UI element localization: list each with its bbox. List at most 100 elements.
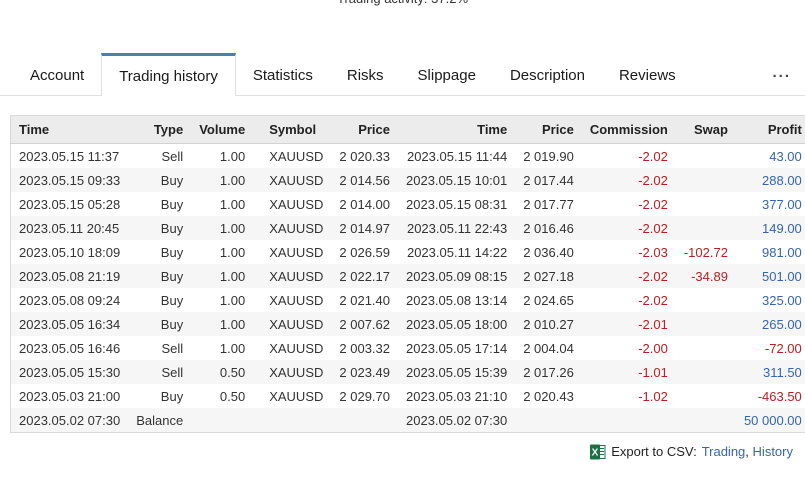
cell-type: Buy	[160, 268, 184, 284]
table-row: 2023.05.08 09:24 Buy 1.00 XAUUSD 2 021.40 202…	[11, 288, 805, 312]
tab-trading-history[interactable]: Trading history	[101, 53, 236, 96]
trading-activity-text: Trading activity: 37.2%	[0, 0, 805, 6]
cell-time-close: 2023.05.02 07:30	[406, 412, 508, 428]
cell-symbol: XAUUSD	[269, 220, 324, 236]
tab-account[interactable]: Account	[13, 53, 101, 95]
tab-slippage[interactable]: Slippage	[401, 53, 493, 95]
cell-time-open: 2023.05.08 21:19	[19, 268, 121, 284]
cell-price-close: 2 004.04	[523, 340, 574, 356]
cell-profit: 149.00	[762, 220, 802, 236]
cell-type: Buy	[160, 244, 184, 260]
cell-price-close: 2 027.18	[523, 268, 574, 284]
export-link-history[interactable]: History	[753, 444, 793, 459]
cell-price-close: 2 017.44	[523, 172, 574, 188]
cell-time-close: 2023.05.05 17:14	[406, 340, 508, 356]
cell-price-open: 2 020.33	[339, 148, 390, 164]
cell-time-close: 2023.05.11 14:22	[406, 244, 508, 260]
cell-swap	[676, 288, 736, 312]
cell-type: Buy	[160, 172, 184, 188]
cell-time-open: 2023.05.08 09:24	[19, 292, 121, 308]
cell-time-close: 2023.05.15 11:44	[406, 148, 508, 164]
cell-volume: 1.00	[219, 220, 246, 236]
cell-symbol: XAUUSD	[269, 364, 324, 380]
cell-price-open: 2 014.00	[339, 196, 390, 212]
table-row: 2023.05.15 05:28 Buy 1.00 XAUUSD 2 014.00 202…	[11, 192, 805, 216]
cell-type: Sell	[161, 364, 184, 380]
cell-price-close: 2 036.40	[523, 244, 574, 260]
cell-volume: 0.50	[219, 364, 246, 380]
table-row: 2023.05.15 09:33 Buy 1.00 XAUUSD 2 014.56 202…	[10, 168, 805, 192]
cell-time-close: 2023.05.15 10:01	[406, 172, 508, 188]
cell-price-open: 2 007.62	[339, 316, 390, 332]
cell-symbol: XAUUSD	[269, 268, 324, 284]
cell-profit: 43.00	[769, 148, 802, 164]
cell-volume: 1.00	[219, 172, 246, 188]
column-header-commission: Commission	[581, 115, 676, 144]
table-row: 2023.05.02 07:30 Balance 2023.05.02 07:30 5…	[10, 408, 805, 433]
cell-symbol: XAUUSD	[269, 388, 324, 404]
trades-table: Time Type Volume Symbol Price Time Price Commis…	[10, 115, 805, 433]
table-row: 2023.05.08 21:19 Buy 1.00 XAUUSD 2 022.17 202…	[10, 264, 805, 288]
cell-volume: 1.00	[219, 148, 246, 164]
column-header-profit: Profit	[735, 115, 805, 144]
tab-description[interactable]: Description	[493, 53, 602, 95]
cell-price-close: 2 024.65	[523, 292, 574, 308]
cell-price-close: 2 019.90	[523, 148, 574, 164]
cell-swap	[676, 360, 736, 384]
excel-icon[interactable]: X	[590, 444, 606, 460]
column-header-price-close: Price	[515, 115, 582, 144]
cell-commission: -2.02	[638, 292, 668, 308]
cell-swap	[676, 144, 736, 169]
cell-swap	[676, 408, 736, 433]
cell-time-open: 2023.05.05 16:46	[19, 340, 121, 356]
cell-profit: -72.00	[764, 340, 802, 356]
cell-price-close: 2 017.26	[523, 364, 574, 380]
tabs: Account Trading history Statistics Risks Sli…	[13, 53, 693, 96]
cell-type: Balance	[136, 412, 184, 428]
cell-price-close	[515, 408, 582, 433]
tab-risks[interactable]: Risks	[330, 53, 401, 95]
cell-commission: -1.02	[638, 388, 668, 404]
cell-price-open: 2 003.32	[339, 340, 390, 356]
cell-volume	[191, 408, 253, 433]
cell-time-close: 2023.05.05 18:00	[406, 316, 508, 332]
tab-reviews[interactable]: Reviews	[602, 53, 693, 95]
cell-symbol: XAUUSD	[269, 172, 324, 188]
cell-time-open: 2023.05.05 15:30	[19, 364, 121, 380]
cell-volume: 1.00	[219, 196, 246, 212]
cell-profit: 325.00	[762, 292, 802, 308]
column-header-time-open: Time	[10, 115, 129, 144]
cell-profit: 377.00	[762, 196, 802, 212]
column-header-swap: Swap	[675, 115, 736, 144]
cell-time-open: 2023.05.15 05:28	[19, 196, 121, 212]
tab-statistics[interactable]: Statistics	[236, 53, 330, 95]
table-row: 2023.05.05 16:46 Sell 1.00 XAUUSD 2 003.32 20…	[11, 336, 805, 360]
cell-symbol: XAUUSD	[269, 196, 324, 212]
cell-price-open: 2 029.70	[339, 388, 390, 404]
cell-type: Buy	[160, 220, 184, 236]
cell-price-close: 2 010.27	[523, 316, 574, 332]
cell-price-close: 2 016.46	[523, 220, 574, 236]
cell-time-close: 2023.05.08 13:14	[406, 292, 508, 308]
cell-swap	[676, 312, 736, 336]
cell-time-open: 2023.05.11 20:45	[19, 220, 120, 236]
cell-profit: 311.50	[762, 364, 802, 380]
more-tabs-button[interactable]: ...	[772, 65, 791, 84]
cell-commission: -2.02	[638, 220, 668, 236]
column-header-time-close: Time	[398, 115, 516, 144]
cell-volume: 1.00	[219, 292, 246, 308]
cell-swap	[676, 336, 736, 360]
table-header-row: Time Type Volume Symbol Price Time Price Commis…	[10, 115, 805, 144]
cell-commission: -2.01	[638, 316, 668, 332]
cell-profit: 981.00	[762, 244, 802, 260]
cell-symbol: XAUUSD	[269, 148, 324, 164]
cell-price-open: 2 021.40	[339, 292, 390, 308]
cell-time-open: 2023.05.15 11:37	[19, 148, 120, 164]
table-row: 2023.05.15 11:37 Sell 1.00 XAUUSD 2 020.33 20…	[11, 144, 805, 169]
cell-price-open: 2 014.97	[339, 220, 390, 236]
cell-commission: -2.02	[638, 172, 668, 188]
cell-volume: 1.00	[219, 244, 246, 260]
export-link-trading[interactable]: Trading	[702, 444, 746, 459]
table-row: 2023.05.05 15:30 Sell 0.50 XAUUSD 2 023.49 20…	[10, 360, 805, 384]
cell-type: Buy	[160, 316, 184, 332]
